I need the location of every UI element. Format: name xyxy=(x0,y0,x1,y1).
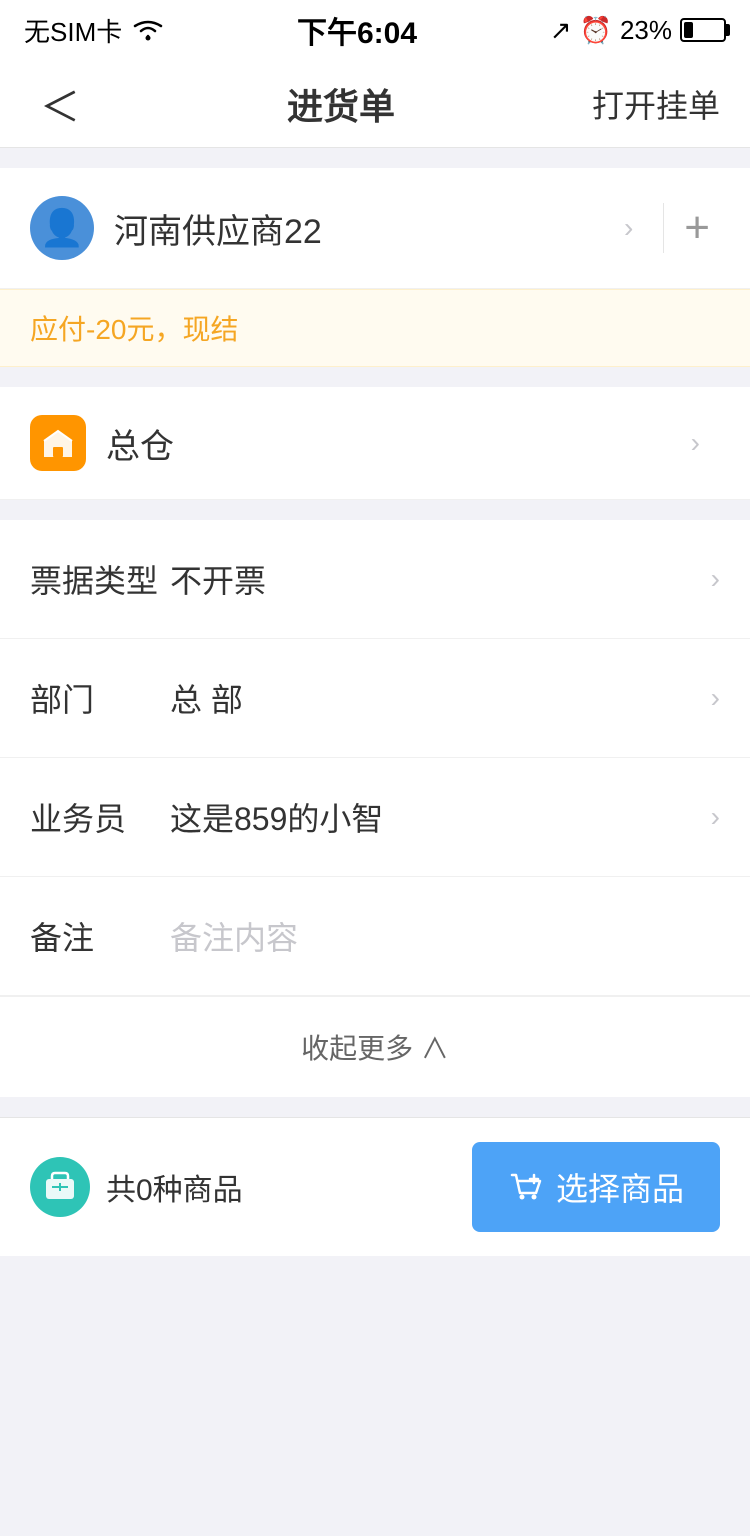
select-product-button[interactable]: 选择商品 xyxy=(472,1142,720,1232)
supplier-avatar: 👤 xyxy=(30,196,94,260)
salesperson-row[interactable]: 业务员 这是859的小智 › xyxy=(0,758,750,877)
notice-text: 应付-20元，现结 xyxy=(30,314,238,345)
product-count-icon xyxy=(30,1157,90,1217)
remark-label: 备注 xyxy=(30,913,170,959)
supplier-row[interactable]: 👤 河南供应商22 › + xyxy=(0,168,750,289)
status-left: 无SIM卡 xyxy=(24,12,164,49)
location-icon: ↗ xyxy=(550,15,572,46)
cart-icon xyxy=(508,1169,544,1205)
divider-1 xyxy=(0,367,750,387)
department-row[interactable]: 部门 总 部 › xyxy=(0,639,750,758)
back-button[interactable]: ＜ xyxy=(30,65,90,143)
department-label: 部门 xyxy=(30,675,170,721)
remark-value: 备注内容 xyxy=(170,913,720,959)
salesperson-label: 业务员 xyxy=(30,794,170,840)
warehouse-section: 总仓 › xyxy=(0,387,750,500)
add-supplier-button[interactable]: + xyxy=(674,203,720,253)
department-chevron-icon: › xyxy=(711,682,720,714)
nav-bar: ＜ 进货单 打开挂单 xyxy=(0,60,750,148)
wifi-icon xyxy=(132,18,164,42)
invoice-type-chevron-icon: › xyxy=(711,563,720,595)
supplier-name: 河南供应商22 xyxy=(114,204,624,253)
warehouse-chevron-icon: › xyxy=(691,427,700,459)
form-section: 票据类型 不开票 › 部门 总 部 › 业务员 这是859的小智 › 备注 备注… xyxy=(0,520,750,1097)
alarm-icon: ⏰ xyxy=(580,15,612,46)
avatar-icon: 👤 xyxy=(40,207,85,249)
collapse-button[interactable]: 收起更多 ∧ xyxy=(0,996,750,1097)
top-divider xyxy=(0,148,750,168)
supplier-section: 👤 河南供应商22 › + 应付-20元，现结 xyxy=(0,168,750,367)
battery-percentage: 23% xyxy=(620,15,672,46)
select-product-label: 选择商品 xyxy=(556,1164,684,1210)
warehouse-name: 总仓 xyxy=(106,419,691,468)
salesperson-value: 这是859的小智 xyxy=(170,794,711,840)
salesperson-chevron-icon: › xyxy=(711,801,720,833)
supplier-chevron-icon: › xyxy=(624,212,633,244)
page-title: 进货单 xyxy=(287,78,395,130)
status-time: 下午6:04 xyxy=(297,8,417,52)
vertical-divider xyxy=(663,203,664,253)
open-pending-button[interactable]: 打开挂单 xyxy=(592,81,720,127)
invoice-type-label: 票据类型 xyxy=(30,556,170,602)
warehouse-icon xyxy=(30,415,86,471)
invoice-type-value: 不开票 xyxy=(170,556,711,602)
invoice-type-row[interactable]: 票据类型 不开票 › xyxy=(0,520,750,639)
gray-background xyxy=(0,1256,750,1536)
bottom-bar: 共0种商品 选择商品 xyxy=(0,1117,750,1256)
department-value: 总 部 xyxy=(170,675,711,721)
warehouse-row[interactable]: 总仓 › xyxy=(0,387,750,500)
divider-2 xyxy=(0,500,750,520)
remark-row[interactable]: 备注 备注内容 xyxy=(0,877,750,996)
carrier-label: 无SIM卡 xyxy=(24,12,122,49)
notice-bar: 应付-20元，现结 xyxy=(0,289,750,367)
battery-icon xyxy=(680,18,726,42)
product-count-left: 共0种商品 xyxy=(30,1157,243,1217)
status-bar: 无SIM卡 下午6:04 ↗ ⏰ 23% xyxy=(0,0,750,60)
status-right: ↗ ⏰ 23% xyxy=(550,15,726,46)
battery-fill xyxy=(684,22,693,38)
product-count-text: 共0种商品 xyxy=(106,1165,243,1209)
